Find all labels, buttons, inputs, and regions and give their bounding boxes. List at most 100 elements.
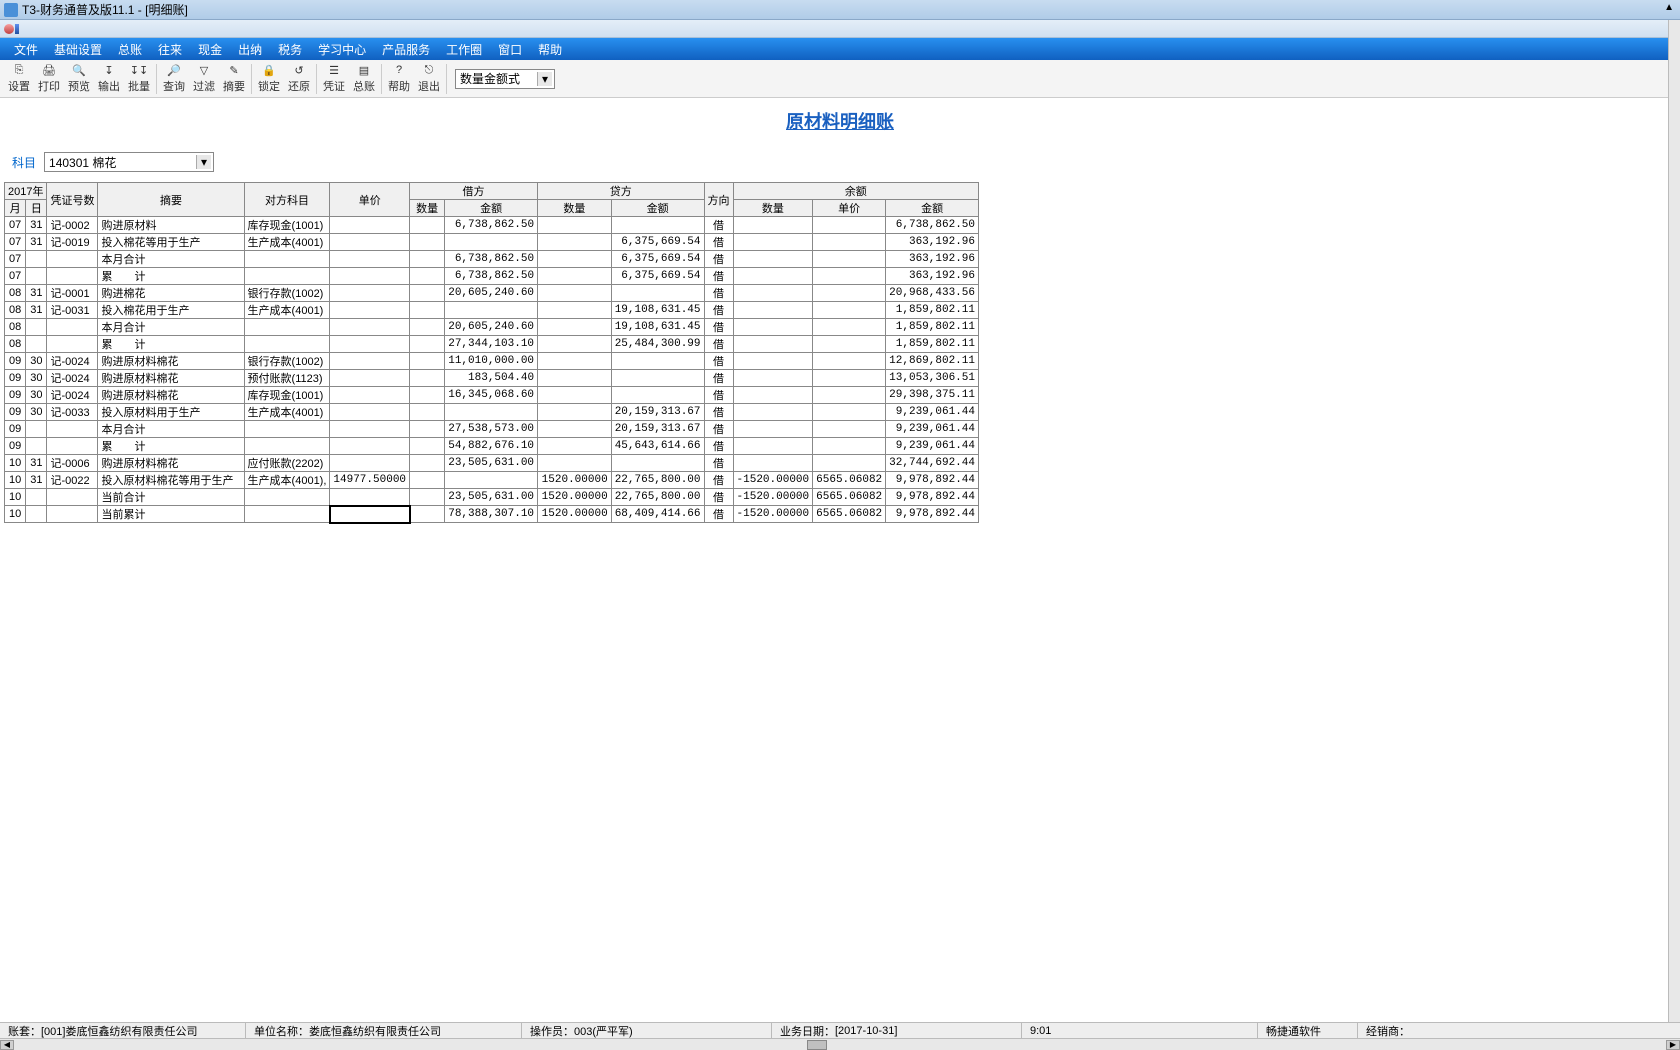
th-direction: 方向: [704, 183, 733, 217]
filter-button[interactable]: ▽过滤: [189, 62, 219, 96]
cell-vno: 记-0002: [47, 217, 98, 234]
menu-help[interactable]: 帮助: [530, 41, 570, 58]
cell-dir: 借: [704, 336, 733, 353]
settings-button-label: 设置: [8, 78, 30, 94]
table-row[interactable]: 0831记-0031投入棉花用于生产生产成本(4001)19,108,631.4…: [5, 302, 979, 319]
cell-m: 07: [5, 217, 26, 234]
cell-bq: [733, 336, 813, 353]
cell-bp: [813, 455, 886, 472]
cell-bp: [813, 319, 886, 336]
scroll-thumb[interactable]: [807, 1040, 827, 1050]
batch-button-label: 批量: [128, 78, 150, 94]
settings-button[interactable]: ⎘设置: [4, 62, 34, 96]
menu-basic[interactable]: 基础设置: [46, 41, 110, 58]
menu-window[interactable]: 窗口: [490, 41, 530, 58]
exit-icon: ⎋: [421, 63, 437, 77]
table-row[interactable]: 10当前累计78,388,307.101520.0000068,409,414.…: [5, 506, 979, 523]
cell-dq: [410, 353, 445, 370]
cell-ba: 9,978,892.44: [886, 472, 979, 489]
window-up-arrow[interactable]: ▲: [1664, 2, 1674, 13]
cell-summ: 购进原材料棉花: [98, 455, 244, 472]
restore-button[interactable]: ↺还原: [284, 62, 314, 96]
ledger-table: 2017年 凭证号数 摘要 对方科目 单价 借方 贷方 方向 余额 月 日 数量…: [4, 182, 979, 523]
cell-bq: [733, 353, 813, 370]
table-row[interactable]: 0930记-0033投入原材料用于生产生产成本(4001)20,159,313.…: [5, 404, 979, 421]
cell-da: 78,388,307.10: [445, 506, 538, 523]
table-row[interactable]: 08累 计27,344,103.1025,484,300.99借1,859,80…: [5, 336, 979, 353]
table-row[interactable]: 10当前合计23,505,631.001520.0000022,765,800.…: [5, 489, 979, 506]
table-row[interactable]: 0731记-0002购进原材料库存现金(1001)6,738,862.50借6,…: [5, 217, 979, 234]
horizontal-scrollbar[interactable]: ◀ ▶: [0, 1038, 1680, 1050]
table-row[interactable]: 07本月合计6,738,862.506,375,669.54借363,192.9…: [5, 251, 979, 268]
preview-button[interactable]: 🔍预览: [64, 62, 94, 96]
cell-dq: [410, 421, 445, 438]
menu-file[interactable]: 文件: [6, 41, 46, 58]
cell-vno: [47, 319, 98, 336]
table-row[interactable]: 07累 计6,738,862.506,375,669.54借363,192.96: [5, 268, 979, 285]
cell-da: 6,738,862.50: [445, 268, 538, 285]
cell-da: 11,010,000.00: [445, 353, 538, 370]
table-row[interactable]: 0930记-0024购进原材料棉花预付账款(1123)183,504.40借13…: [5, 370, 979, 387]
cell-ca: [611, 387, 704, 404]
cell-m: 08: [5, 302, 26, 319]
menu-workgroup[interactable]: 工作圈: [438, 41, 490, 58]
scroll-right-button[interactable]: ▶: [1666, 1040, 1680, 1050]
cell-summ: 投入原材料棉花等用于生产: [98, 472, 244, 489]
cell-vno: 记-0024: [47, 353, 98, 370]
restore-icon: ↺: [291, 63, 307, 77]
exit-button[interactable]: ⎋退出: [414, 62, 444, 96]
table-row[interactable]: 09累 计54,882,676.1045,643,614.66借9,239,06…: [5, 438, 979, 455]
menu-cashier[interactable]: 出纳: [230, 41, 270, 58]
table-row[interactable]: 0731记-0019投入棉花等用于生产生产成本(4001)6,375,669.5…: [5, 234, 979, 251]
cell-m: 08: [5, 319, 26, 336]
print-button[interactable]: 🖨打印: [34, 62, 64, 96]
lock-button[interactable]: 🔒锁定: [254, 62, 284, 96]
cell-price: [330, 421, 410, 438]
query-button[interactable]: 🔎查询: [159, 62, 189, 96]
bar-icon: [15, 24, 19, 34]
cell-summ: 当前合计: [98, 489, 244, 506]
menu-learn[interactable]: 学习中心: [310, 41, 374, 58]
ledger-button[interactable]: ▤总账: [349, 62, 379, 96]
summary-button[interactable]: ✎摘要: [219, 62, 249, 96]
menu-general[interactable]: 总账: [110, 41, 150, 58]
cell-d: 30: [26, 370, 47, 387]
scroll-left-button[interactable]: ◀: [0, 1040, 14, 1050]
menu-tax[interactable]: 税务: [270, 41, 310, 58]
cell-ca: 22,765,800.00: [611, 489, 704, 506]
table-row[interactable]: 0831记-0001购进棉花银行存款(1002)20,605,240.60借20…: [5, 285, 979, 302]
cell-d: [26, 438, 47, 455]
table-row[interactable]: 08本月合计20,605,240.6019,108,631.45借1,859,8…: [5, 319, 979, 336]
table-row[interactable]: 0930记-0024购进原材料棉花库存现金(1001)16,345,068.60…: [5, 387, 979, 404]
cell-ba: 363,192.96: [886, 234, 979, 251]
cell-summ: 累 计: [98, 268, 244, 285]
help-button[interactable]: ?帮助: [384, 62, 414, 96]
cell-price: [330, 302, 410, 319]
export-button[interactable]: ↧输出: [94, 62, 124, 96]
batch-button[interactable]: ↧↧批量: [124, 62, 154, 96]
vertical-scrollbar[interactable]: [1668, 20, 1680, 1022]
menu-arap[interactable]: 往来: [150, 41, 190, 58]
cell-price: [330, 387, 410, 404]
table-row[interactable]: 1031记-0006购进原材料棉花应付账款(2202)23,505,631.00…: [5, 455, 979, 472]
table-row[interactable]: 1031记-0022投入原材料棉花等用于生产生产成本(4001),14977.5…: [5, 472, 979, 489]
cell-opp: [244, 421, 330, 438]
cell-ba: 13,053,306.51: [886, 370, 979, 387]
menu-cash[interactable]: 现金: [190, 41, 230, 58]
table-row[interactable]: 09本月合计27,538,573.0020,159,313.67借9,239,0…: [5, 421, 979, 438]
cell-da: 54,882,676.10: [445, 438, 538, 455]
status-software: 畅捷通软件: [1258, 1023, 1358, 1038]
subject-combo[interactable]: 140301 棉花: [44, 152, 214, 172]
cell-bq: -1520.00000: [733, 489, 813, 506]
cell-opp: [244, 438, 330, 455]
menu-product[interactable]: 产品服务: [374, 41, 438, 58]
table-row[interactable]: 0930记-0024购进原材料棉花银行存款(1002)11,010,000.00…: [5, 353, 979, 370]
cell-cq: [538, 319, 612, 336]
display-mode-combo[interactable]: 数量金额式: [455, 69, 555, 89]
scroll-track[interactable]: [14, 1040, 1666, 1050]
document-title: 原材料明细账: [4, 98, 1676, 148]
voucher-button[interactable]: ☰凭证: [319, 62, 349, 96]
subject-label: 科目: [12, 154, 36, 171]
cell-bp: [813, 251, 886, 268]
cell-da: 16,345,068.60: [445, 387, 538, 404]
